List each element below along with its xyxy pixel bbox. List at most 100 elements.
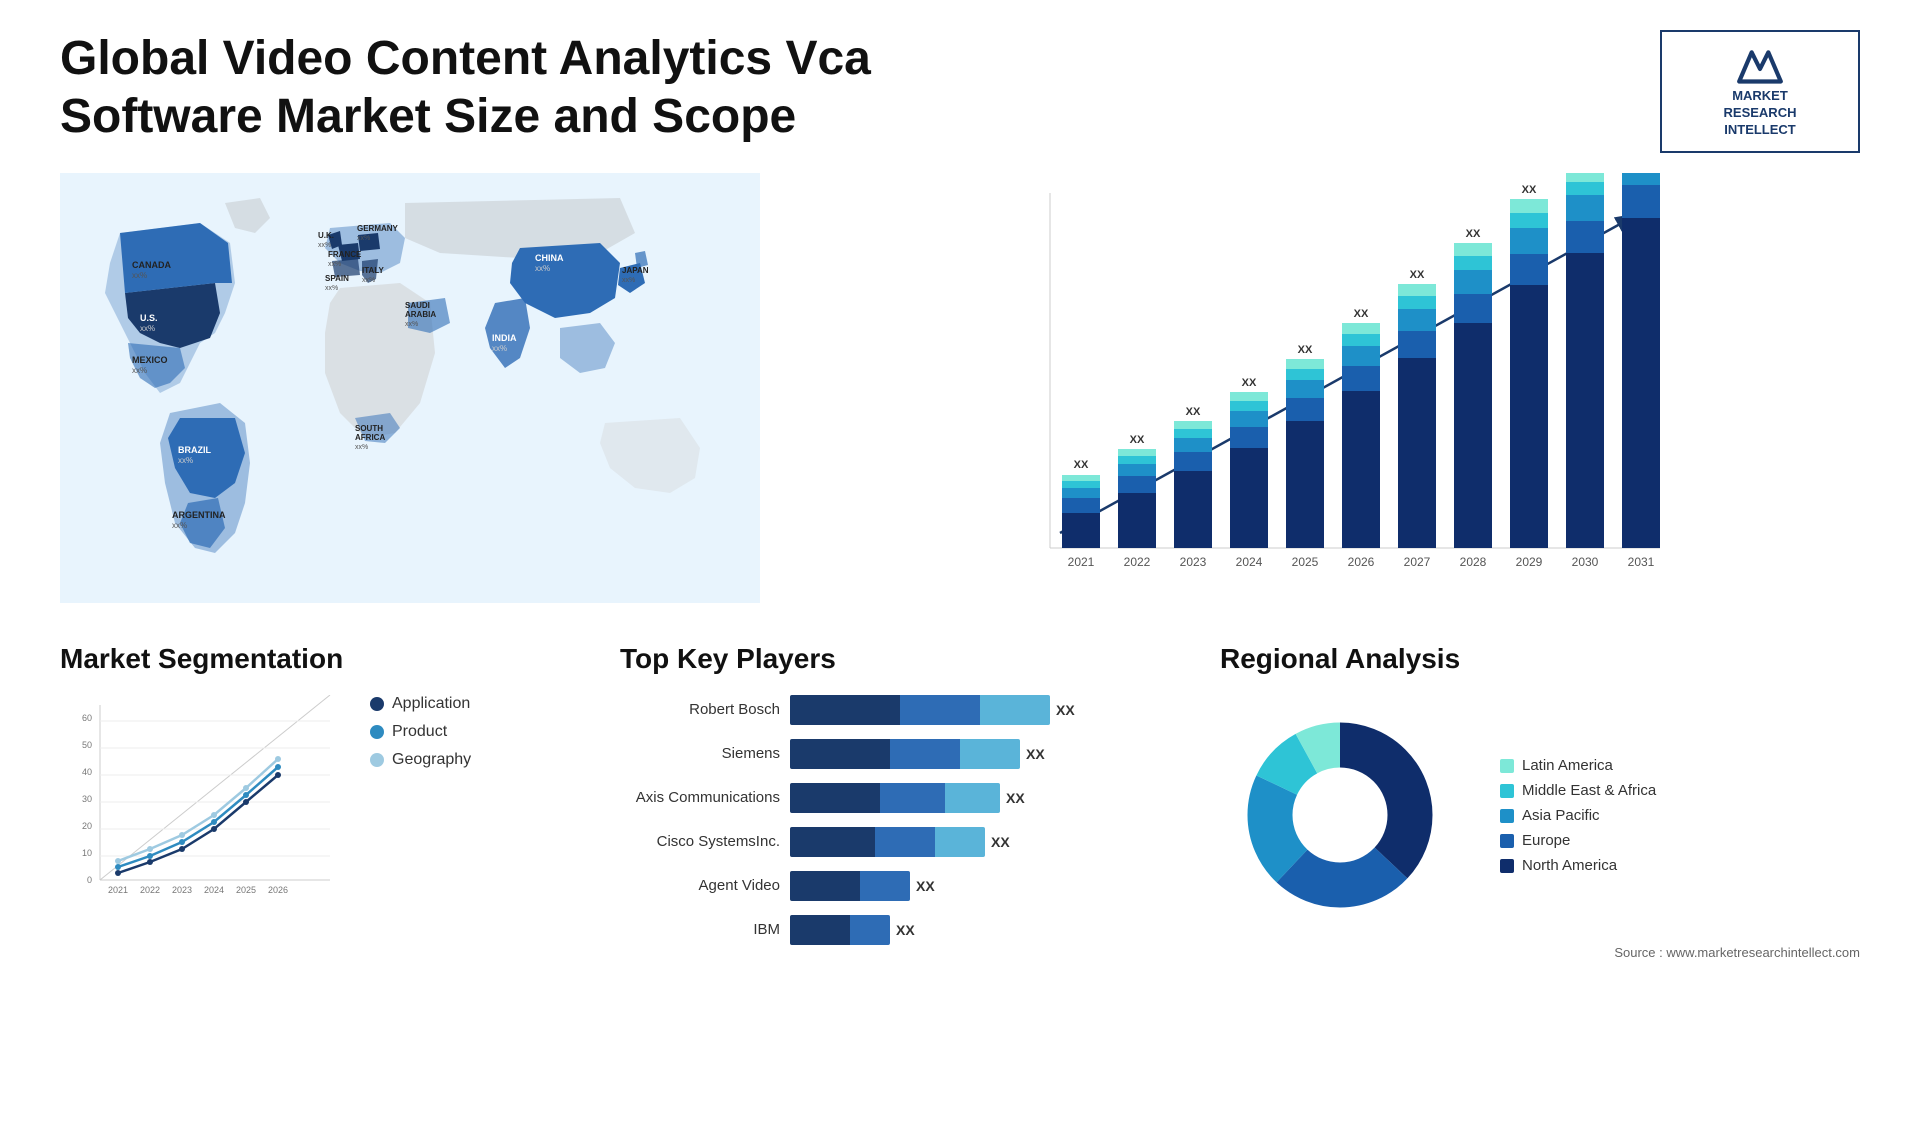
player-row: Axis Communications XX — [620, 783, 1180, 813]
svg-text:50: 50 — [82, 740, 92, 750]
svg-text:20: 20 — [82, 821, 92, 831]
svg-text:xx%: xx% — [535, 264, 550, 273]
svg-text:INDIA: INDIA — [492, 333, 517, 343]
svg-text:xx%: xx% — [357, 235, 370, 242]
legend-item-application: Application — [370, 695, 471, 713]
player-bar-wrap: XX — [790, 871, 935, 901]
player-bar — [790, 739, 1020, 769]
player-bar-wrap: XX — [790, 915, 915, 945]
player-bar-wrap: XX — [790, 739, 1045, 769]
legend-latin-america: Latin America — [1500, 757, 1656, 774]
logo-text: MARKET RESEARCH INTELLECT — [1724, 88, 1797, 139]
legend-north-america: North America — [1500, 857, 1656, 874]
donut-legend: Latin America Middle East & Africa Asia … — [1500, 757, 1656, 882]
player-name: Agent Video — [620, 877, 780, 894]
svg-text:xx%: xx% — [172, 521, 187, 530]
bar-chart: XX 2021 XX 2022 XX 2023 — [800, 173, 1860, 603]
bottom-section: Market Segmentation 0 10 20 30 40 50 60 — [60, 643, 1860, 960]
segmentation-chart: 0 10 20 30 40 50 60 2021 2022 — [60, 695, 340, 915]
player-bar — [790, 695, 1050, 725]
svg-text:60: 60 — [82, 713, 92, 723]
page-title: Global Video Content Analytics Vca Softw… — [60, 30, 960, 145]
svg-text:2026: 2026 — [268, 885, 288, 895]
top-section: CANADA xx% U.S. xx% MEXICO xx% BRAZIL xx… — [60, 173, 1860, 603]
svg-text:CANADA: CANADA — [132, 260, 171, 270]
key-players: Top Key Players Robert Bosch XX Siemens — [620, 643, 1180, 959]
svg-text:2030: 2030 — [1572, 555, 1599, 569]
svg-text:10: 10 — [82, 848, 92, 858]
svg-text:xx%: xx% — [492, 344, 507, 353]
market-segmentation: Market Segmentation 0 10 20 30 40 50 60 — [60, 643, 580, 915]
svg-text:xx%: xx% — [318, 242, 331, 249]
player-name: Cisco SystemsInc. — [620, 833, 780, 850]
svg-text:2024: 2024 — [1236, 555, 1263, 569]
svg-text:2022: 2022 — [140, 885, 160, 895]
svg-text:xx%: xx% — [325, 285, 338, 292]
svg-text:U.K.: U.K. — [318, 231, 334, 240]
segmentation-legend: Application Product Geography — [370, 695, 471, 779]
svg-text:GERMANY: GERMANY — [357, 224, 399, 233]
player-row: Cisco SystemsInc. XX — [620, 827, 1180, 857]
svg-text:xx%: xx% — [362, 277, 375, 284]
svg-text:2023: 2023 — [172, 885, 192, 895]
player-row: Agent Video XX — [620, 871, 1180, 901]
legend-dot-product — [370, 725, 384, 739]
svg-text:XX: XX — [1354, 308, 1369, 320]
segmentation-title: Market Segmentation — [60, 643, 580, 675]
svg-text:XX: XX — [1242, 377, 1257, 389]
svg-text:xx%: xx% — [178, 456, 193, 465]
regional-analysis: Regional Analysis — [1220, 643, 1860, 960]
player-bar — [790, 871, 910, 901]
legend-asia-pacific: Asia Pacific — [1500, 807, 1656, 824]
svg-text:2023: 2023 — [1180, 555, 1207, 569]
svg-text:U.S.: U.S. — [140, 313, 158, 323]
logo-icon — [1735, 44, 1785, 84]
player-row: Robert Bosch XX — [620, 695, 1180, 725]
svg-text:AFRICA: AFRICA — [355, 433, 385, 442]
header: Global Video Content Analytics Vca Softw… — [60, 30, 1860, 153]
svg-text:xx%: xx% — [355, 444, 368, 451]
svg-text:ARABIA: ARABIA — [405, 310, 436, 319]
svg-text:0: 0 — [87, 875, 92, 885]
player-name: Siemens — [620, 745, 780, 762]
svg-text:xx%: xx% — [622, 277, 635, 284]
svg-text:BRAZIL: BRAZIL — [178, 445, 211, 455]
svg-text:CHINA: CHINA — [535, 253, 564, 263]
svg-text:XX: XX — [1466, 228, 1481, 240]
svg-text:xx%: xx% — [405, 321, 418, 328]
legend-middle-east: Middle East & Africa — [1500, 782, 1656, 799]
svg-text:xx%: xx% — [132, 366, 147, 375]
player-bar — [790, 827, 985, 857]
svg-text:2022: 2022 — [1124, 555, 1151, 569]
key-players-title: Top Key Players — [620, 643, 1180, 675]
legend-europe: Europe — [1500, 832, 1656, 849]
svg-text:JAPAN: JAPAN — [622, 266, 649, 275]
legend-item-geography: Geography — [370, 751, 471, 769]
svg-text:MEXICO: MEXICO — [132, 355, 168, 365]
world-map: CANADA xx% U.S. xx% MEXICO xx% BRAZIL xx… — [60, 173, 760, 603]
svg-text:30: 30 — [82, 794, 92, 804]
svg-text:xx%: xx% — [132, 271, 147, 280]
svg-text:2025: 2025 — [236, 885, 256, 895]
svg-text:SAUDI: SAUDI — [405, 301, 430, 310]
player-bar-wrap: XX — [790, 695, 1075, 725]
svg-text:ITALY: ITALY — [362, 266, 384, 275]
svg-text:2028: 2028 — [1460, 555, 1487, 569]
player-name: Robert Bosch — [620, 701, 780, 718]
player-name: Axis Communications — [620, 789, 780, 806]
svg-text:xx%: xx% — [140, 324, 155, 333]
regional-title: Regional Analysis — [1220, 643, 1860, 675]
svg-text:2025: 2025 — [1292, 555, 1319, 569]
player-bar — [790, 783, 1000, 813]
player-bar — [790, 915, 890, 945]
source-text: Source : www.marketresearchintellect.com — [1220, 945, 1860, 960]
svg-text:2021: 2021 — [1068, 555, 1095, 569]
logo: MARKET RESEARCH INTELLECT — [1660, 30, 1860, 153]
svg-text:XX: XX — [1074, 459, 1089, 471]
legend-dot-geography — [370, 753, 384, 767]
player-name: IBM — [620, 921, 780, 938]
player-row: IBM XX — [620, 915, 1180, 945]
svg-text:40: 40 — [82, 767, 92, 777]
svg-text:2031: 2031 — [1628, 555, 1655, 569]
svg-text:SPAIN: SPAIN — [325, 274, 349, 283]
